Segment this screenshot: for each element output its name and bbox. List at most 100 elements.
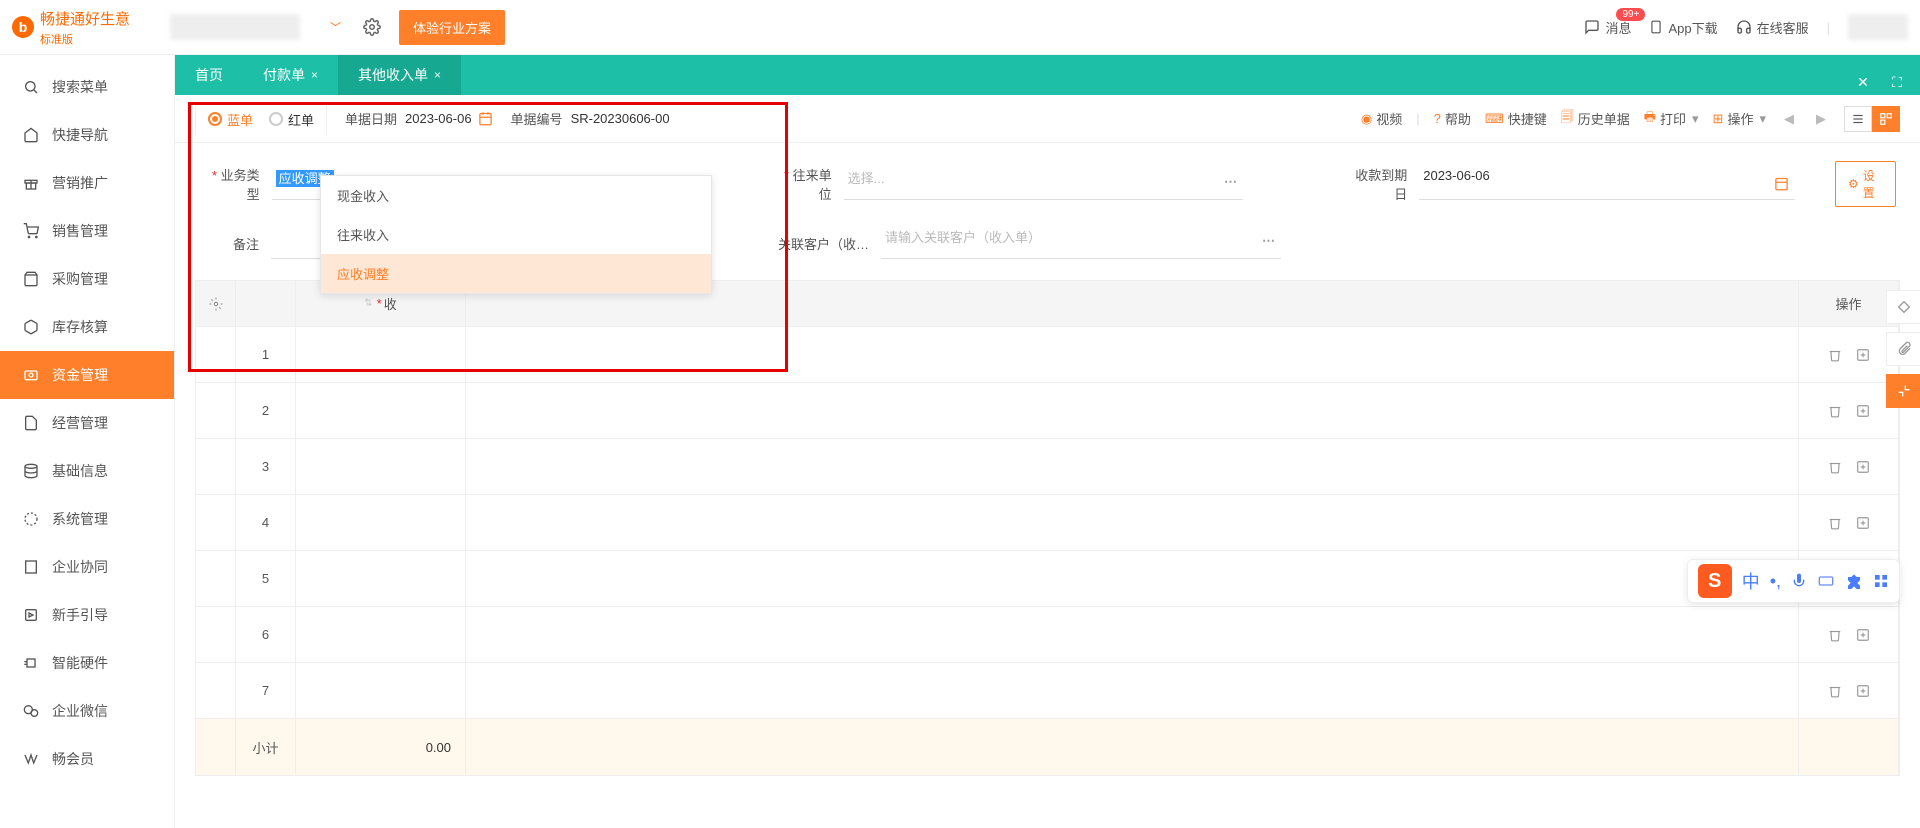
messages-link[interactable]: 消息 99+	[1584, 18, 1631, 37]
settings-button[interactable]: ⚙ 设置	[1835, 161, 1896, 207]
sidebar-item-quicknav[interactable]: 快捷导航	[0, 111, 174, 159]
row-index: 3	[236, 439, 296, 494]
ops-button[interactable]: ⊞操作▾	[1713, 109, 1766, 128]
sidebar-item-operation[interactable]: 经营管理	[0, 399, 174, 447]
row-account-cell[interactable]	[296, 607, 466, 662]
sidebar-item-system[interactable]: 系统管理	[0, 495, 174, 543]
delete-icon[interactable]	[1828, 460, 1842, 474]
app-download-link[interactable]: App下载	[1649, 18, 1717, 37]
video-link[interactable]: ◉视频	[1361, 109, 1402, 128]
gear-icon: ⚙	[1848, 177, 1859, 191]
ellipsis-icon[interactable]: ⋯	[1262, 233, 1275, 249]
add-icon[interactable]	[1856, 460, 1870, 474]
view-card-button[interactable]	[1872, 106, 1900, 132]
tab-payment[interactable]: 付款单×	[243, 55, 338, 95]
ime-voice-button[interactable]	[1791, 572, 1807, 590]
tab-close-all-button[interactable]: ✕	[1850, 69, 1876, 95]
row-account-cell[interactable]	[296, 327, 466, 382]
close-icon[interactable]: ×	[434, 68, 441, 82]
add-icon[interactable]	[1856, 516, 1870, 530]
sidebar-item-marketing[interactable]: 营销推广	[0, 159, 174, 207]
sidebar-item-newbie[interactable]: 新手引导	[0, 591, 174, 639]
sidebar-item-basedata[interactable]: 基础信息	[0, 447, 174, 495]
row-account-cell[interactable]	[296, 383, 466, 438]
sidebar-item-sales[interactable]: 销售管理	[0, 207, 174, 255]
sidebar-item-vip[interactable]: 畅会员	[0, 735, 174, 783]
add-icon[interactable]	[1856, 348, 1870, 362]
shortcut-link[interactable]: ⌨快捷键	[1485, 109, 1547, 128]
row-account-cell[interactable]	[296, 495, 466, 550]
cart-icon	[22, 222, 40, 240]
tab-other-income[interactable]: 其他收入单×	[338, 55, 461, 95]
sidebar-item-purchase[interactable]: 采购管理	[0, 255, 174, 303]
topbar: b 畅捷通好生意 标准版 ﹀ 体验行业方案 消息 99+ App下载 在	[0, 0, 1920, 55]
ellipsis-icon[interactable]: ⋯	[1224, 174, 1237, 190]
close-icon[interactable]: ×	[311, 68, 318, 82]
calendar-icon[interactable]	[1774, 176, 1789, 191]
table-row[interactable]: 6	[196, 607, 1899, 663]
relcust-input[interactable]: 请输入关联客户（收入单） ⋯	[881, 227, 1281, 259]
row-account-cell[interactable]	[296, 439, 466, 494]
sidebar-item-wechat[interactable]: 企业微信	[0, 687, 174, 735]
ime-menu-button[interactable]	[1873, 573, 1889, 589]
sidebar-item-finance[interactable]: 资金管理	[0, 351, 174, 399]
table-row[interactable]: 4	[196, 495, 1899, 551]
org-selector[interactable]	[170, 14, 300, 40]
user-avatar[interactable]	[1848, 14, 1908, 40]
logo[interactable]: b 畅捷通好生意 标准版	[12, 8, 130, 47]
calendar-icon[interactable]	[478, 111, 493, 126]
side-attach-button[interactable]	[1886, 332, 1920, 366]
side-tag-button[interactable]	[1886, 290, 1920, 324]
prev-button[interactable]: ◀	[1780, 111, 1798, 127]
help-link[interactable]: ?帮助	[1434, 109, 1471, 128]
delete-icon[interactable]	[1828, 348, 1842, 362]
logo-sub: 标准版	[40, 31, 130, 47]
detail-table: ⇅*收 操作 1234567 小计 0.00	[195, 280, 1900, 776]
tab-expand-button[interactable]: ⛶	[1884, 69, 1910, 95]
add-icon[interactable]	[1856, 628, 1870, 642]
table-row[interactable]: 3	[196, 439, 1899, 495]
keyboard-icon: ⌨	[1485, 111, 1504, 127]
org-chevron-icon[interactable]: ﹀	[330, 19, 341, 35]
partner-select[interactable]: 选择... ⋯	[844, 168, 1243, 200]
table-row[interactable]: 2	[196, 383, 1899, 439]
delete-icon[interactable]	[1828, 684, 1842, 698]
dropdown-item-receivable[interactable]: 往来收入	[321, 215, 711, 254]
tab-home[interactable]: 首页	[175, 55, 243, 95]
sidebar-item-search[interactable]: 搜索菜单	[0, 63, 174, 111]
view-list-button[interactable]	[1844, 106, 1872, 132]
side-expand-button[interactable]	[1886, 374, 1920, 408]
radio-red[interactable]: 红单	[269, 110, 314, 129]
ime-skin-button[interactable]	[1845, 573, 1863, 589]
table-row[interactable]: 5	[196, 551, 1899, 607]
dropdown-item-adjust[interactable]: 应收调整	[321, 254, 711, 293]
row-account-cell[interactable]	[296, 663, 466, 718]
table-settings-button[interactable]	[196, 281, 236, 326]
date-value[interactable]: 2023-06-06	[405, 111, 472, 126]
add-icon[interactable]	[1856, 684, 1870, 698]
add-icon[interactable]	[1856, 404, 1870, 418]
duedate-input[interactable]: 2023-06-06	[1419, 168, 1795, 200]
customer-service-link[interactable]: 在线客服	[1736, 18, 1809, 37]
print-button[interactable]: 🖶打印▾	[1644, 108, 1699, 130]
table-row[interactable]: 1	[196, 327, 1899, 383]
history-link[interactable]: 🗐历史单据	[1561, 108, 1630, 130]
trial-button[interactable]: 体验行业方案	[399, 10, 505, 45]
delete-icon[interactable]	[1828, 516, 1842, 530]
ime-punct-button[interactable]: •,	[1770, 571, 1781, 592]
sidebar-item-inventory[interactable]: 库存核算	[0, 303, 174, 351]
settings-icon[interactable]	[363, 18, 381, 36]
dropdown-item-cash[interactable]: 现金收入	[321, 176, 711, 215]
delete-icon[interactable]	[1828, 404, 1842, 418]
row-account-cell[interactable]	[296, 551, 466, 606]
radio-blue[interactable]: 蓝单	[208, 110, 253, 129]
delete-icon[interactable]	[1828, 628, 1842, 642]
sidebar-item-hardware[interactable]: 智能硬件	[0, 639, 174, 687]
table-row[interactable]: 7	[196, 663, 1899, 719]
next-button[interactable]: ▶	[1812, 111, 1830, 127]
subtotal-value: 0.00	[296, 719, 466, 775]
ime-keyboard-button[interactable]	[1817, 573, 1835, 589]
sidebar-item-collab[interactable]: 企业协同	[0, 543, 174, 591]
ime-lang-button[interactable]: 中	[1742, 568, 1760, 594]
ime-toolbar[interactable]: S 中 •,	[1687, 559, 1900, 603]
